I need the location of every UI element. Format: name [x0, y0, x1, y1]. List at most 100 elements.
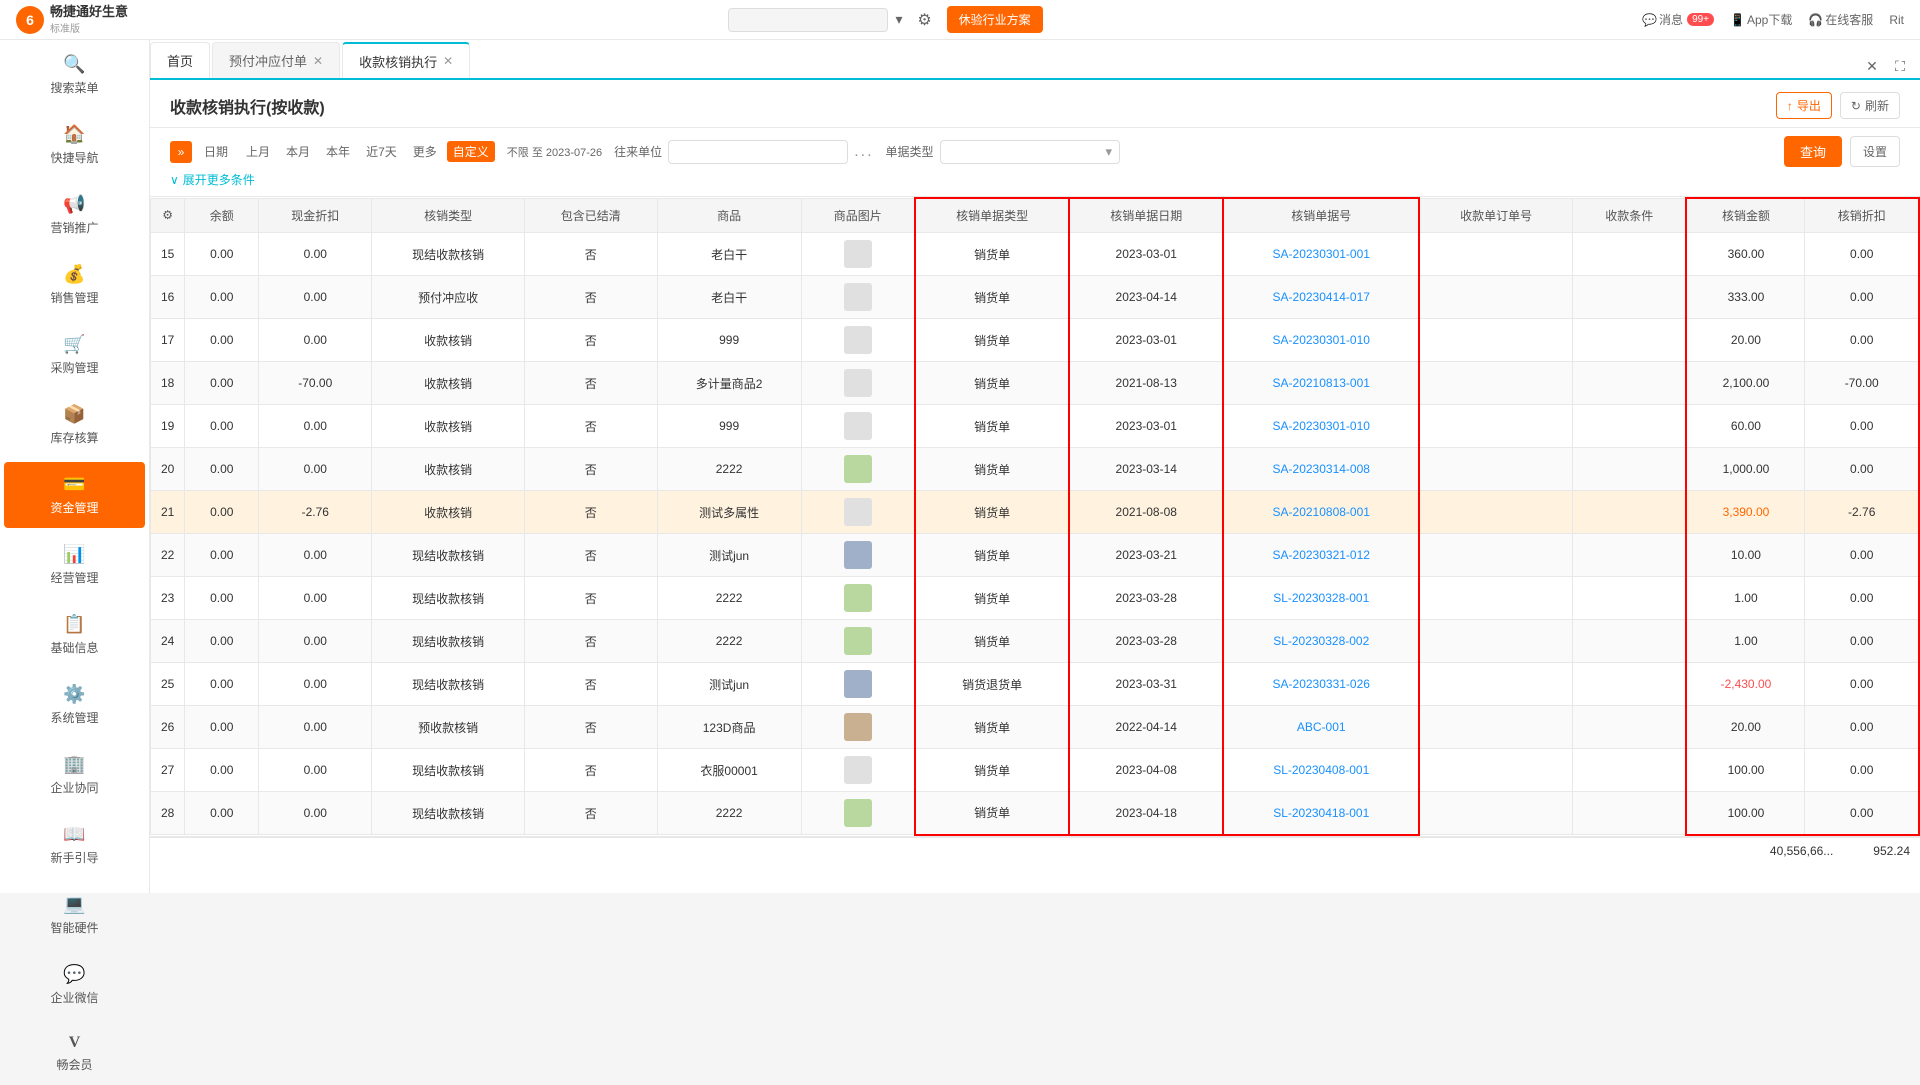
sidebar-item-search[interactable]: 🔍 搜索菜单 — [4, 42, 145, 108]
sidebar-item-purchase[interactable]: 🛒 采购管理 — [4, 322, 145, 388]
td-balance: 0.00 — [185, 319, 259, 362]
td-include-settled: 否 — [524, 534, 657, 577]
bill-no-link[interactable]: SA-20230301-010 — [1273, 419, 1370, 433]
bill-no-link[interactable]: SA-20230331-026 — [1273, 677, 1370, 691]
search-input[interactable] — [728, 8, 888, 32]
bill-no-link[interactable]: SL-20230418-001 — [1273, 806, 1369, 820]
tab-prepay-close[interactable]: ✕ — [313, 54, 323, 68]
tab-close-btn[interactable]: ✕ — [1860, 54, 1884, 78]
td-cancel-discount: 0.00 — [1805, 706, 1919, 749]
filter-toggle-btn[interactable]: » — [170, 141, 192, 163]
tab-receipt[interactable]: 收款核销执行 ✕ — [342, 42, 470, 78]
sidebar-item-quick[interactable]: 🏠 快捷导航 — [4, 112, 145, 178]
sidebar-item-marketing[interactable]: 📢 营销推广 — [4, 182, 145, 248]
td-bill-no[interactable]: SA-20210808-001 — [1223, 491, 1419, 534]
sidebar-item-corp[interactable]: 🏢 企业协同 — [4, 742, 145, 808]
td-bill-no[interactable]: SA-20230301-010 — [1223, 405, 1419, 448]
data-table: ⚙ 余额 现金折扣 核销类型 包含已结清 商品 商品图片 核销单据类型 核销单据… — [150, 197, 1920, 836]
td-bill-no[interactable]: ABC-001 — [1223, 706, 1419, 749]
date-pill-7days[interactable]: 近7天 — [360, 141, 403, 162]
td-bill-no[interactable]: SL-20230328-001 — [1223, 577, 1419, 620]
tab-home[interactable]: 首页 — [150, 42, 210, 78]
online-service-btn[interactable]: 🎧 在线客服 — [1808, 11, 1873, 28]
gear-icon[interactable]: ⚙ — [911, 6, 939, 34]
chevron-down-icon[interactable]: ▾ — [896, 11, 903, 28]
tab-home-label: 首页 — [167, 51, 193, 70]
top-bar: 6 畅捷通好生意 标准版 ▾ ⚙ 休验行业方案 💬 消息 99+ 📱 App下载… — [0, 0, 1920, 40]
sidebar-item-basic[interactable]: 📋 基础信息 — [4, 602, 145, 668]
sidebar-item-inventory[interactable]: 📦 库存核算 — [4, 392, 145, 458]
sidebar-item-finance[interactable]: 💳 资金管理 — [4, 462, 145, 528]
td-cash-discount: 0.00 — [259, 534, 372, 577]
sidebar-item-wechat[interactable]: 💬 企业微信 — [4, 952, 145, 1018]
td-cancel-discount: 0.00 — [1805, 233, 1919, 276]
filter-billtype-select[interactable] — [940, 140, 1120, 164]
bill-no-link[interactable]: SA-20230301-001 — [1273, 247, 1370, 261]
td-goods: 测试jun — [657, 534, 801, 577]
filter-partner-dots[interactable]: ... — [854, 143, 873, 161]
app-download-btn[interactable]: 📱 App下载 — [1730, 11, 1792, 28]
td-balance: 0.00 — [185, 749, 259, 792]
td-balance: 0.00 — [185, 663, 259, 706]
page-header: 收款核销执行(按收款) ↑ 导出 ↻ 刷新 — [150, 80, 1920, 128]
td-balance: 0.00 — [185, 276, 259, 319]
td-goods-img — [801, 534, 915, 577]
bill-no-link[interactable]: SA-20230414-017 — [1273, 290, 1370, 304]
td-cancel-type: 预付冲应收 — [372, 276, 525, 319]
settings-btn[interactable]: 设置 — [1850, 136, 1900, 167]
td-bill-no[interactable]: SA-20230414-017 — [1223, 276, 1419, 319]
filter-partner-input[interactable] — [668, 140, 848, 164]
td-bill-no[interactable]: SA-20210813-001 — [1223, 362, 1419, 405]
th-settings[interactable]: ⚙ — [151, 198, 185, 233]
bill-no-link[interactable]: SL-20230408-001 — [1273, 763, 1369, 777]
sidebar-item-guide[interactable]: 📖 新手引导 — [4, 812, 145, 878]
bill-no-link[interactable]: SA-20230301-010 — [1273, 333, 1370, 347]
bill-no-link[interactable]: SL-20230328-002 — [1273, 634, 1369, 648]
td-cancel-amount: 333.00 — [1686, 276, 1804, 319]
td-bill-no[interactable]: SA-20230321-012 — [1223, 534, 1419, 577]
message-btn[interactable]: 💬 消息 99+ — [1642, 11, 1714, 28]
sidebar-item-member[interactable]: V 畅会员 — [4, 1022, 145, 1085]
td-cancel-amount: 1.00 — [1686, 577, 1804, 620]
export-btn[interactable]: ↑ 导出 — [1776, 92, 1832, 119]
bill-no-link[interactable]: SL-20230328-001 — [1273, 591, 1369, 605]
td-bill-no[interactable]: SA-20230301-010 — [1223, 319, 1419, 362]
top-bar-left: 6 畅捷通好生意 标准版 — [16, 4, 128, 35]
td-bill-no[interactable]: SA-20230314-008 — [1223, 448, 1419, 491]
sidebar-item-hardware[interactable]: 💻 智能硬件 — [4, 882, 145, 948]
user-name[interactable]: Rit — [1889, 13, 1904, 27]
td-bill-date: 2023-03-01 — [1069, 233, 1223, 276]
filter-area: » 日期 上月 本月 本年 近7天 更多 自定义 不限 至 2023-07-26 — [150, 128, 1920, 197]
refresh-btn[interactable]: ↻ 刷新 — [1840, 92, 1900, 119]
bill-no-link[interactable]: SA-20230321-012 — [1273, 548, 1370, 562]
bill-no-link[interactable]: SA-20230314-008 — [1273, 462, 1370, 476]
td-bill-no[interactable]: SL-20230408-001 — [1223, 749, 1419, 792]
bill-no-link[interactable]: SA-20210813-001 — [1273, 376, 1370, 390]
td-bill-no[interactable]: SL-20230328-002 — [1223, 620, 1419, 663]
date-pill-custom[interactable]: 自定义 — [447, 141, 495, 162]
td-bill-no[interactable]: SA-20230301-001 — [1223, 233, 1419, 276]
bill-no-link[interactable]: ABC-001 — [1297, 720, 1346, 734]
expand-more-conditions-btn[interactable]: ∨ 展开更多条件 — [170, 171, 1900, 188]
td-cancel-discount: 0.00 — [1805, 620, 1919, 663]
tab-prepay[interactable]: 预付冲应付单 ✕ — [212, 42, 340, 78]
tab-fullscreen-btn[interactable]: ⛶ — [1888, 54, 1912, 78]
date-pill-this-month[interactable]: 本月 — [280, 141, 316, 162]
date-pill-this-year[interactable]: 本年 — [320, 141, 356, 162]
sidebar-item-sales[interactable]: 💰 销售管理 — [4, 252, 145, 318]
td-goods-img — [801, 792, 915, 835]
sidebar-item-operations[interactable]: 📊 经营管理 — [4, 532, 145, 598]
date-pill-more[interactable]: 更多 — [407, 141, 443, 162]
app-sub: 标准版 — [50, 20, 128, 35]
td-receipt-cond — [1573, 792, 1687, 835]
page-title: 收款核销执行(按收款) — [170, 94, 325, 118]
td-bill-no[interactable]: SL-20230418-001 — [1223, 792, 1419, 835]
bill-no-link[interactable]: SA-20210808-001 — [1273, 505, 1370, 519]
date-pill-last-month[interactable]: 上月 — [240, 141, 276, 162]
tab-receipt-close[interactable]: ✕ — [443, 54, 453, 68]
sidebar-item-system[interactable]: ⚙️ 系统管理 — [4, 672, 145, 738]
industry-btn[interactable]: 休验行业方案 — [947, 6, 1043, 33]
td-goods: 2222 — [657, 448, 801, 491]
td-bill-no[interactable]: SA-20230331-026 — [1223, 663, 1419, 706]
query-btn[interactable]: 查询 — [1784, 136, 1842, 167]
